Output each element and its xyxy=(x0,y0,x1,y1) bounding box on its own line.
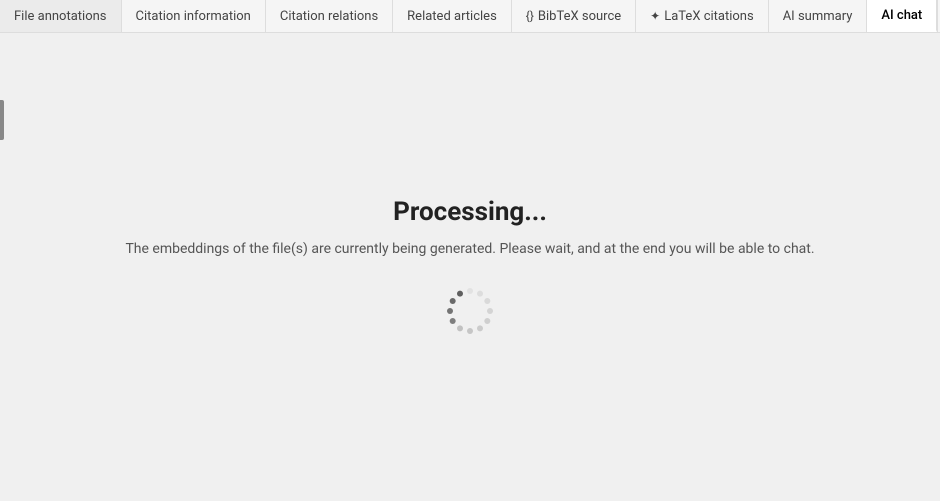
latex-icon: ✦ xyxy=(650,9,660,23)
tab-citation-relations-label: Citation relations xyxy=(280,9,378,24)
main-content: Processing... The embeddings of the file… xyxy=(0,33,940,501)
tab-citation-information[interactable]: Citation information xyxy=(122,0,266,32)
bibtex-icon: {} xyxy=(526,9,534,23)
loading-spinner xyxy=(444,285,496,337)
processing-title: Processing... xyxy=(393,197,547,227)
tab-bar: File annotations Citation information Ci… xyxy=(0,0,940,33)
tab-file-annotations-label: File annotations xyxy=(14,9,107,24)
tab-ai-summary[interactable]: AI summary xyxy=(769,0,868,32)
tab-latex-citations-label: LaTeX citations xyxy=(664,9,753,24)
tab-related-articles[interactable]: Related articles xyxy=(393,0,512,32)
tab-latex-citations[interactable]: ✦ LaTeX citations xyxy=(636,0,769,32)
tab-citation-information-label: Citation information xyxy=(136,9,251,24)
tab-bibtex-source[interactable]: {} BibTeX source xyxy=(512,0,636,32)
processing-description: The embeddings of the file(s) are curren… xyxy=(125,241,814,257)
tab-file-annotations[interactable]: File annotations xyxy=(0,0,122,32)
tab-related-articles-label: Related articles xyxy=(407,9,497,24)
tab-bibtex-source-label: BibTeX source xyxy=(538,9,621,24)
tab-citation-relations[interactable]: Citation relations xyxy=(266,0,393,32)
sidebar-indicator xyxy=(0,100,4,140)
tab-ai-chat-label: AI chat xyxy=(881,8,922,23)
tab-ai-chat[interactable]: AI chat xyxy=(867,0,937,32)
tab-ai-summary-label: AI summary xyxy=(783,9,853,24)
